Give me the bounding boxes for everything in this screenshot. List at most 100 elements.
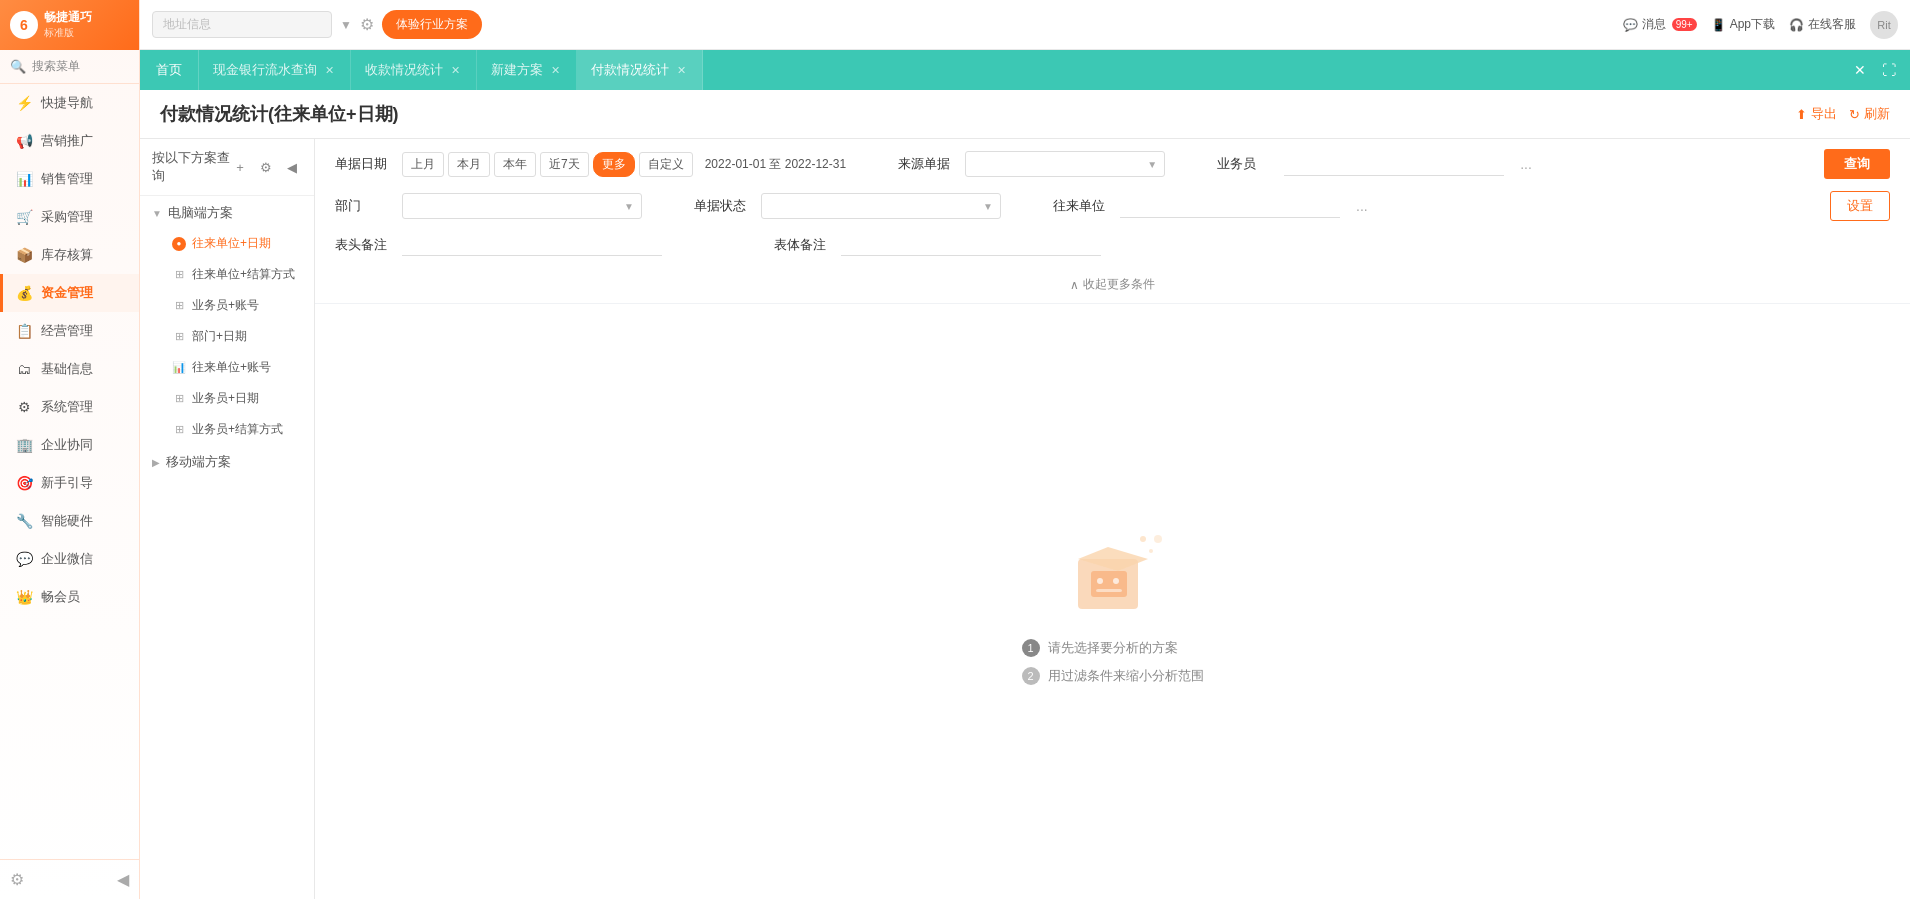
query-btn[interactable]: 查询 — [1824, 149, 1890, 179]
salesman-dots[interactable]: ... — [1516, 154, 1536, 174]
sidebar-item-purchase[interactable]: 🛒 采购管理 — [0, 198, 139, 236]
sidebar-item-enterprise[interactable]: 🏢 企业协同 — [0, 426, 139, 464]
filter-row-dept: 部门 ▼ 单据状态 ▼ — [335, 191, 1890, 221]
svg-point-3 — [1149, 549, 1153, 553]
page-body: 按以下方案查询 + ⚙ ◀ ▼ — [140, 139, 1910, 899]
empty-tips: 1 请先选择要分析的方案 2 用过滤条件来缩小分析范围 — [1022, 639, 1204, 685]
nav-label: 基础信息 — [41, 360, 93, 378]
source-select[interactable] — [965, 151, 1165, 177]
sidebar-item-sales[interactable]: 📊 销售管理 — [0, 160, 139, 198]
date-btn-this-year[interactable]: 本年 — [494, 152, 536, 177]
sidebar-item-inventory[interactable]: 📦 库存核算 — [0, 236, 139, 274]
scheme-group-mobile[interactable]: ▶ 移动端方案 — [140, 445, 314, 479]
tab-payments[interactable]: 付款情况统计 ✕ — [577, 50, 703, 90]
topbar-right: 💬 消息 99+ 📱 App下载 🎧 在线客服 Rit — [1623, 11, 1898, 39]
sidebar-item-capital[interactable]: 💰 资金管理 — [0, 274, 139, 312]
scheme-item-salesman-settle[interactable]: ⊞ 业务员+结算方式 — [140, 414, 314, 445]
search-menu-label: 搜索菜单 — [32, 58, 80, 75]
tab-bank-close[interactable]: ✕ — [323, 62, 336, 79]
date-btn-this-month[interactable]: 本月 — [448, 152, 490, 177]
export-btn[interactable]: ⬆ 导出 — [1796, 105, 1837, 123]
header-note-input[interactable] — [402, 233, 662, 256]
scheme-group-desktop-title[interactable]: ▼ 电脑端方案 — [140, 196, 314, 228]
settings-icon[interactable]: ⚙ — [360, 15, 374, 34]
scheme-item-unit-settle[interactable]: ⊞ 往来单位+结算方式 — [140, 259, 314, 290]
tab-payments-close[interactable]: ✕ — [675, 62, 688, 79]
collapse-bar[interactable]: ∧ 收起更多条件 — [335, 268, 1890, 303]
app-download-group[interactable]: 📱 App下载 — [1711, 16, 1775, 33]
related-unit-input[interactable] — [1120, 195, 1340, 218]
notice-badge: 99+ — [1672, 18, 1697, 31]
add-scheme-btn[interactable]: + — [230, 157, 250, 177]
scheme-item-dept-date[interactable]: ⊞ 部门+日期 — [140, 321, 314, 352]
online-service-group[interactable]: 🎧 在线客服 — [1789, 16, 1856, 33]
sidebar-item-marketing[interactable]: 📢 营销推广 — [0, 122, 139, 160]
maximize-icon[interactable]: ⛶ — [1878, 58, 1900, 82]
refresh-icon: ↻ — [1849, 107, 1860, 122]
sidebar-item-guide[interactable]: 🎯 新手引导 — [0, 464, 139, 502]
tab-bank[interactable]: 现金银行流水查询 ✕ — [199, 50, 351, 90]
svg-point-6 — [1097, 578, 1103, 584]
salesman-input[interactable] — [1284, 153, 1504, 176]
tabbar: 首页 现金银行流水查询 ✕ 收款情况统计 ✕ 新建方案 ✕ 付款情况统计 ✕ ✕… — [140, 50, 1910, 90]
tab-receipts-close[interactable]: ✕ — [449, 62, 462, 79]
scheme-item-unit-account[interactable]: 📊 往来单位+账号 — [140, 352, 314, 383]
notice-group[interactable]: 💬 消息 99+ — [1623, 16, 1697, 33]
nav-label: 快捷导航 — [41, 94, 93, 112]
nav-label: 资金管理 — [41, 284, 93, 302]
tab-new-scheme-close[interactable]: ✕ — [549, 62, 562, 79]
scheme-item-unit-date[interactable]: ● 往来单位+日期 — [140, 228, 314, 259]
filter-section: 单据日期 上月 本月 本年 近7天 更多 自定义 2022-01-01 至 20… — [315, 139, 1910, 303]
sidebar-item-hardware[interactable]: 🔧 智能硬件 — [0, 502, 139, 540]
tab-receipts[interactable]: 收款情况统计 ✕ — [351, 50, 477, 90]
sidebar-item-system[interactable]: ⚙ 系统管理 — [0, 388, 139, 426]
dept-filter-label: 部门 — [335, 197, 390, 215]
svg-rect-5 — [1091, 571, 1127, 597]
chevron-down-icon[interactable]: ▼ — [340, 18, 352, 32]
sidebar-item-quick-nav[interactable]: ⚡ 快捷导航 — [0, 84, 139, 122]
scheme-settings-btn[interactable]: ⚙ — [256, 157, 276, 177]
search-icon: 🔍 — [10, 59, 26, 74]
gear-icon: ⚙ — [260, 160, 272, 175]
date-btn-last-month[interactable]: 上月 — [402, 152, 444, 177]
tab-home-label: 首页 — [156, 61, 182, 79]
sidebar-item-wechat[interactable]: 💬 企业微信 — [0, 540, 139, 578]
tab-home[interactable]: 首页 — [140, 50, 199, 90]
date-btn-7days[interactable]: 近7天 — [540, 152, 589, 177]
user-avatar[interactable]: Rit — [1870, 11, 1898, 39]
tab-new-scheme[interactable]: 新建方案 ✕ — [477, 50, 577, 90]
trial-btn[interactable]: 体验行业方案 — [382, 10, 482, 39]
wechat-icon: 💬 — [15, 550, 33, 568]
nav-label: 智能硬件 — [41, 512, 93, 530]
scheme-panel-icons: + ⚙ ◀ — [230, 157, 302, 177]
scheme-item-salesman-date[interactable]: ⊞ 业务员+日期 — [140, 383, 314, 414]
sidebar-item-member[interactable]: 👑 畅会员 — [0, 578, 139, 616]
scheme-panel-header: 按以下方案查询 + ⚙ ◀ — [140, 139, 314, 196]
logo-text-group: 畅捷通巧 标准版 — [44, 10, 92, 40]
collapse-sidebar-icon[interactable]: ◀ — [117, 870, 129, 889]
date-buttons: 上月 本月 本年 近7天 更多 自定义 — [402, 152, 693, 177]
tip-text-1: 请先选择要分析的方案 — [1048, 639, 1178, 657]
scheme-collapse-btn[interactable]: ◀ — [282, 157, 302, 177]
voucher-status-select[interactable] — [761, 193, 1001, 219]
date-btn-custom[interactable]: 自定义 — [639, 152, 693, 177]
settings-btn[interactable]: 设置 — [1830, 191, 1890, 221]
settings-bottom-icon[interactable]: ⚙ — [10, 870, 24, 889]
date-btn-more[interactable]: 更多 — [593, 152, 635, 177]
address-bar[interactable]: 地址信息 — [152, 11, 332, 38]
body-note-label: 表体备注 — [774, 236, 829, 254]
refresh-btn[interactable]: ↻ 刷新 — [1849, 105, 1890, 123]
tip-num-2: 2 — [1022, 667, 1040, 685]
body-note-input[interactable] — [841, 233, 1101, 256]
scheme-item-salesman-account[interactable]: ⊞ 业务员+账号 — [140, 290, 314, 321]
related-unit-dots[interactable]: ... — [1352, 196, 1372, 216]
search-menu[interactable]: 🔍 搜索菜单 — [0, 50, 139, 84]
sidebar-item-basic[interactable]: 🗂 基础信息 — [0, 350, 139, 388]
dept-select-wrap: ▼ — [402, 193, 642, 219]
scheme-panel: 按以下方案查询 + ⚙ ◀ ▼ — [140, 139, 315, 899]
nav-label: 采购管理 — [41, 208, 93, 226]
main-content: 地址信息 ▼ ⚙ 体验行业方案 💬 消息 99+ 📱 App下载 🎧 在线客服 … — [140, 0, 1910, 899]
dept-select[interactable] — [402, 193, 642, 219]
close-all-icon[interactable]: ✕ — [1850, 58, 1870, 82]
sidebar-item-operation[interactable]: 📋 经营管理 — [0, 312, 139, 350]
